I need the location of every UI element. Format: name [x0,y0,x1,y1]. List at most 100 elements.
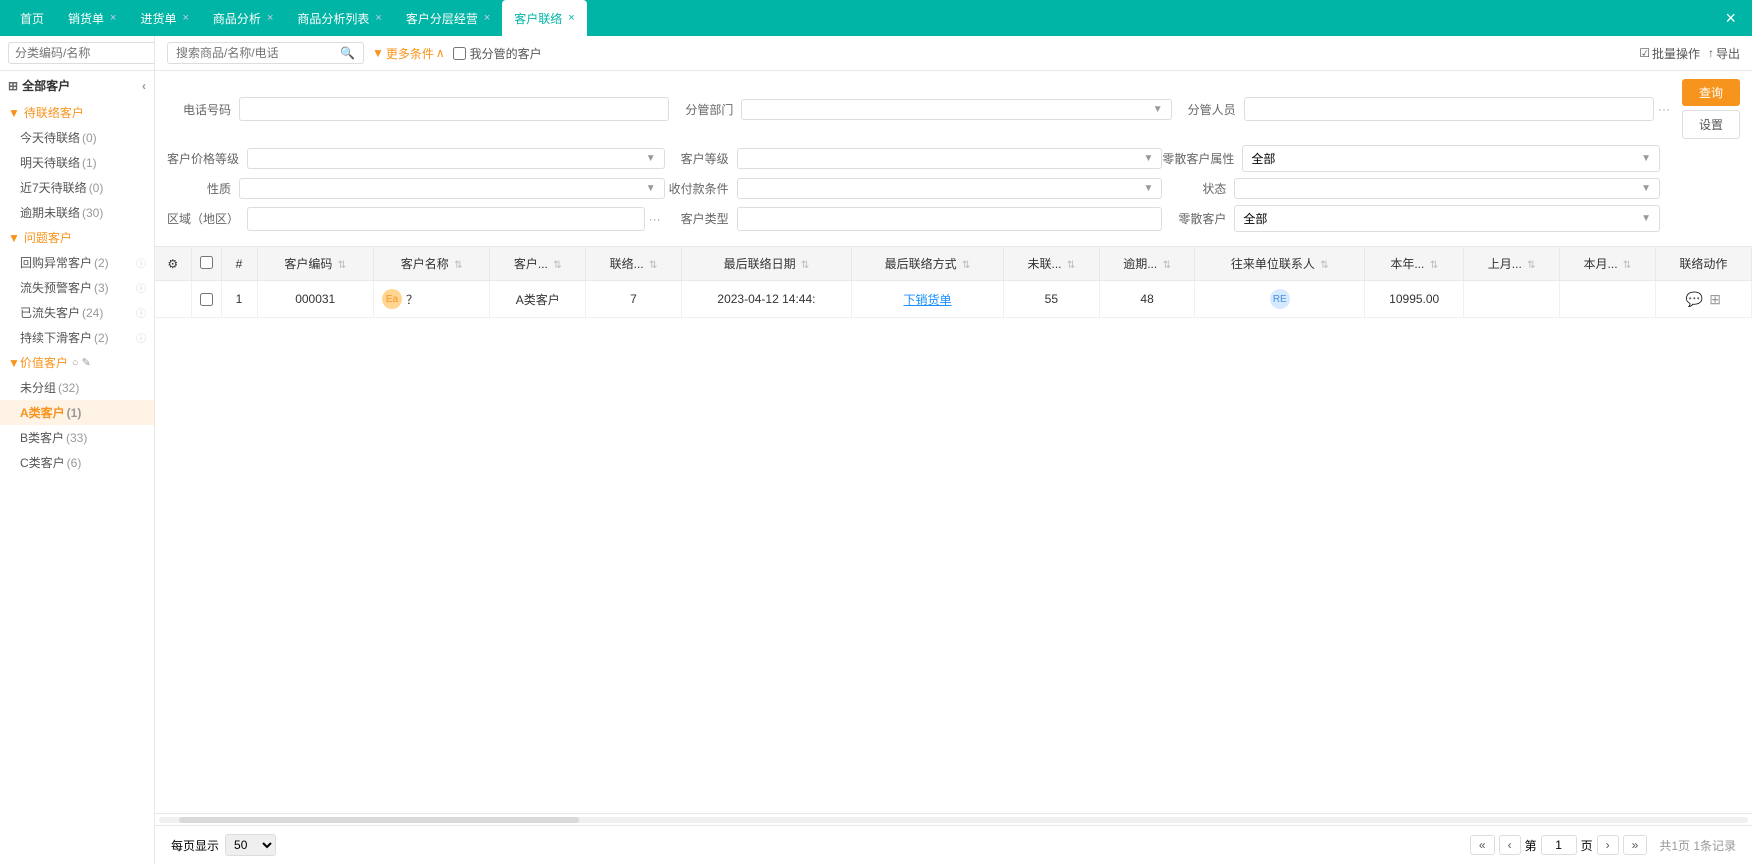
row-last-method[interactable]: 下销货单 [852,281,1004,318]
settings-button[interactable]: 设置 [1682,110,1740,139]
query-button[interactable]: 查询 [1682,79,1740,106]
page-size-select[interactable]: 50 100 200 [225,834,276,856]
sort-method-icon: ⇅ [962,260,970,271]
window-close-icon[interactable]: × [1717,8,1744,29]
col-code[interactable]: 客户编码 ⇅ [257,247,373,281]
nav-customer-tier-close[interactable]: × [484,12,490,24]
retail-customer-select[interactable]: 全部 ▼ [1234,205,1660,232]
sidebar-item-repurchase-abnormal[interactable]: 回购异常客户 (2) ⓘ [0,250,154,275]
nav-product-analysis[interactable]: 商品分析 × [201,0,285,36]
nav-customer-contact-close[interactable]: × [568,12,574,24]
sidebar-collapse-icon[interactable]: ‹ [142,79,146,93]
batch-ops-button[interactable]: ☑ 批量操作 [1639,45,1700,62]
row-uncontact: 55 [1003,281,1099,318]
next-page-button[interactable]: › [1597,835,1619,855]
info-icon-2[interactable]: ⓘ [136,280,146,295]
customer-type-input[interactable] [737,207,1163,231]
table-row: 1 000031 Ea ？ A类客户 7 2023-04-12 14:44: 下… [155,281,1752,318]
person-input[interactable] [1244,97,1654,121]
nav-sales-close[interactable]: × [110,12,116,24]
nature-select[interactable]: ▼ [239,178,665,199]
chat-icon[interactable]: 💬 [1686,291,1703,308]
overdue-count: (30) [82,206,103,220]
more-filters-button[interactable]: ▼ 更多条件 ∧ [372,45,445,62]
nav-sales[interactable]: 销货单 × [56,0,128,36]
info-icon-4[interactable]: ⓘ [136,330,146,345]
nav-product-list[interactable]: 商品分析列表 × [285,0,393,36]
sidebar-item-declining[interactable]: 持续下滑客户 (2) ⓘ [0,325,154,350]
price-level-select[interactable]: ▼ [247,148,665,169]
col-name[interactable]: 客户名称 ⇅ [373,247,489,281]
nav-customer-contact[interactable]: 客户联络 × [502,0,586,36]
pending-contact-label[interactable]: ▼ 待联络客户 [0,100,154,125]
page-number-input[interactable] [1541,835,1577,855]
col-last-method[interactable]: 最后联络方式 ⇅ [852,247,1004,281]
sidebar-item-b-class[interactable]: B类客户 (33) [0,425,154,450]
first-page-button[interactable]: « [1470,835,1495,855]
info-icon-1[interactable]: ⓘ [136,255,146,270]
sidebar-all-customers[interactable]: ⊞ 全部客户 ‹ [0,71,154,100]
row-checkbox[interactable] [200,293,213,306]
my-customers-checkbox[interactable]: 我分管的客户 [453,45,542,62]
col-this-month[interactable]: 本月... ⇅ [1560,247,1656,281]
page-navigation: « ‹ 第 页 › » 共1页 1条记录 [1470,835,1736,855]
price-level-label: 客户价格等级 [167,150,247,167]
col-this-year[interactable]: 本年... ⇅ [1365,247,1464,281]
sidebar-item-churned[interactable]: 已流失客户 (24) ⓘ [0,300,154,325]
payment-select[interactable]: ▼ [737,178,1163,199]
col-last-date[interactable]: 最后联络日期 ⇅ [681,247,851,281]
phone-input[interactable] [239,97,669,121]
filter-cell-status: 状态 ▼ [1162,178,1660,199]
col-contact2[interactable]: 往来单位联系人 ⇅ [1195,247,1365,281]
select-all-checkbox[interactable] [200,256,213,269]
col-settings[interactable]: ⚙ [155,247,191,281]
horizontal-scrollbar[interactable] [155,813,1752,825]
col-last-month[interactable]: 上月... ⇅ [1464,247,1560,281]
sidebar-item-c-class[interactable]: C类客户 (6) [0,450,154,475]
info-icon-3[interactable]: ⓘ [136,305,146,320]
menu-icon[interactable]: ⊞ [1709,291,1721,308]
top-nav: 首页 销货单 × 进货单 × 商品分析 × 商品分析列表 × 客户分层经营 × … [0,0,1752,36]
sidebar-item-tomorrow[interactable]: 明天待联络 (1) [0,150,154,175]
sidebar-item-today[interactable]: 今天待联络 (0) [0,125,154,150]
last-page-button[interactable]: » [1623,835,1648,855]
col-type[interactable]: 客户... ⇅ [490,247,586,281]
sidebar-item-ungrouped[interactable]: 未分组 (32) [0,375,154,400]
row-num: 1 [221,281,257,318]
filter-search-input[interactable] [176,46,336,60]
person-dots-icon[interactable]: ··· [1654,102,1674,116]
nav-purchase[interactable]: 进货单 × [128,0,200,36]
dept-label: 分管部门 [669,101,741,118]
col-contact-count[interactable]: 联络... ⇅ [586,247,682,281]
nav-purchase-close[interactable]: × [182,12,188,24]
status-select[interactable]: ▼ [1234,178,1660,199]
scroll-thumb[interactable] [179,817,579,823]
filter-search-icon[interactable]: 🔍 [340,46,355,60]
value-customers-group: ▼ 价值客户 ○ ✎ 未分组 (32) A类客户 (1) B类客户 (33) C… [0,350,154,475]
row-type: A类客户 [490,281,586,318]
value-customers-label[interactable]: ▼ 价值客户 ○ ✎ [0,350,154,375]
my-customers-check[interactable] [453,47,466,60]
retail-attr-arrow-icon: ▼ [1641,153,1651,164]
arrow-down-icon2: ▼ [8,231,20,245]
problem-customers-label[interactable]: ▼ 问题客户 [0,225,154,250]
nav-product-list-close[interactable]: × [375,12,381,24]
sidebar-item-7days[interactable]: 近7天待联络 (0) [0,175,154,200]
nav-home[interactable]: 首页 [8,0,56,36]
sidebar-item-a-class[interactable]: A类客户 (1) [0,400,154,425]
sidebar-item-churn-warning[interactable]: 流失预警客户 (3) ⓘ [0,275,154,300]
sidebar-item-overdue[interactable]: 逾期未联络 (30) [0,200,154,225]
col-uncontact[interactable]: 未联... ⇅ [1003,247,1099,281]
customer-level-select[interactable]: ▼ [737,148,1163,169]
region-dots-icon[interactable]: ··· [645,212,665,226]
nav-product-analysis-close[interactable]: × [267,12,273,24]
prev-page-button[interactable]: ‹ [1499,835,1521,855]
last-method-link[interactable]: 下销货单 [904,293,952,307]
nav-customer-tier[interactable]: 客户分层经营 × [394,0,502,36]
sidebar-search-input[interactable] [8,42,155,64]
export-button[interactable]: ↑ 导出 [1708,45,1740,62]
region-input[interactable] [247,207,645,231]
retail-attr-select[interactable]: 全部 ▼ [1242,145,1660,172]
dept-select[interactable]: ▼ [741,99,1171,120]
col-overdue[interactable]: 逾期... ⇅ [1099,247,1195,281]
